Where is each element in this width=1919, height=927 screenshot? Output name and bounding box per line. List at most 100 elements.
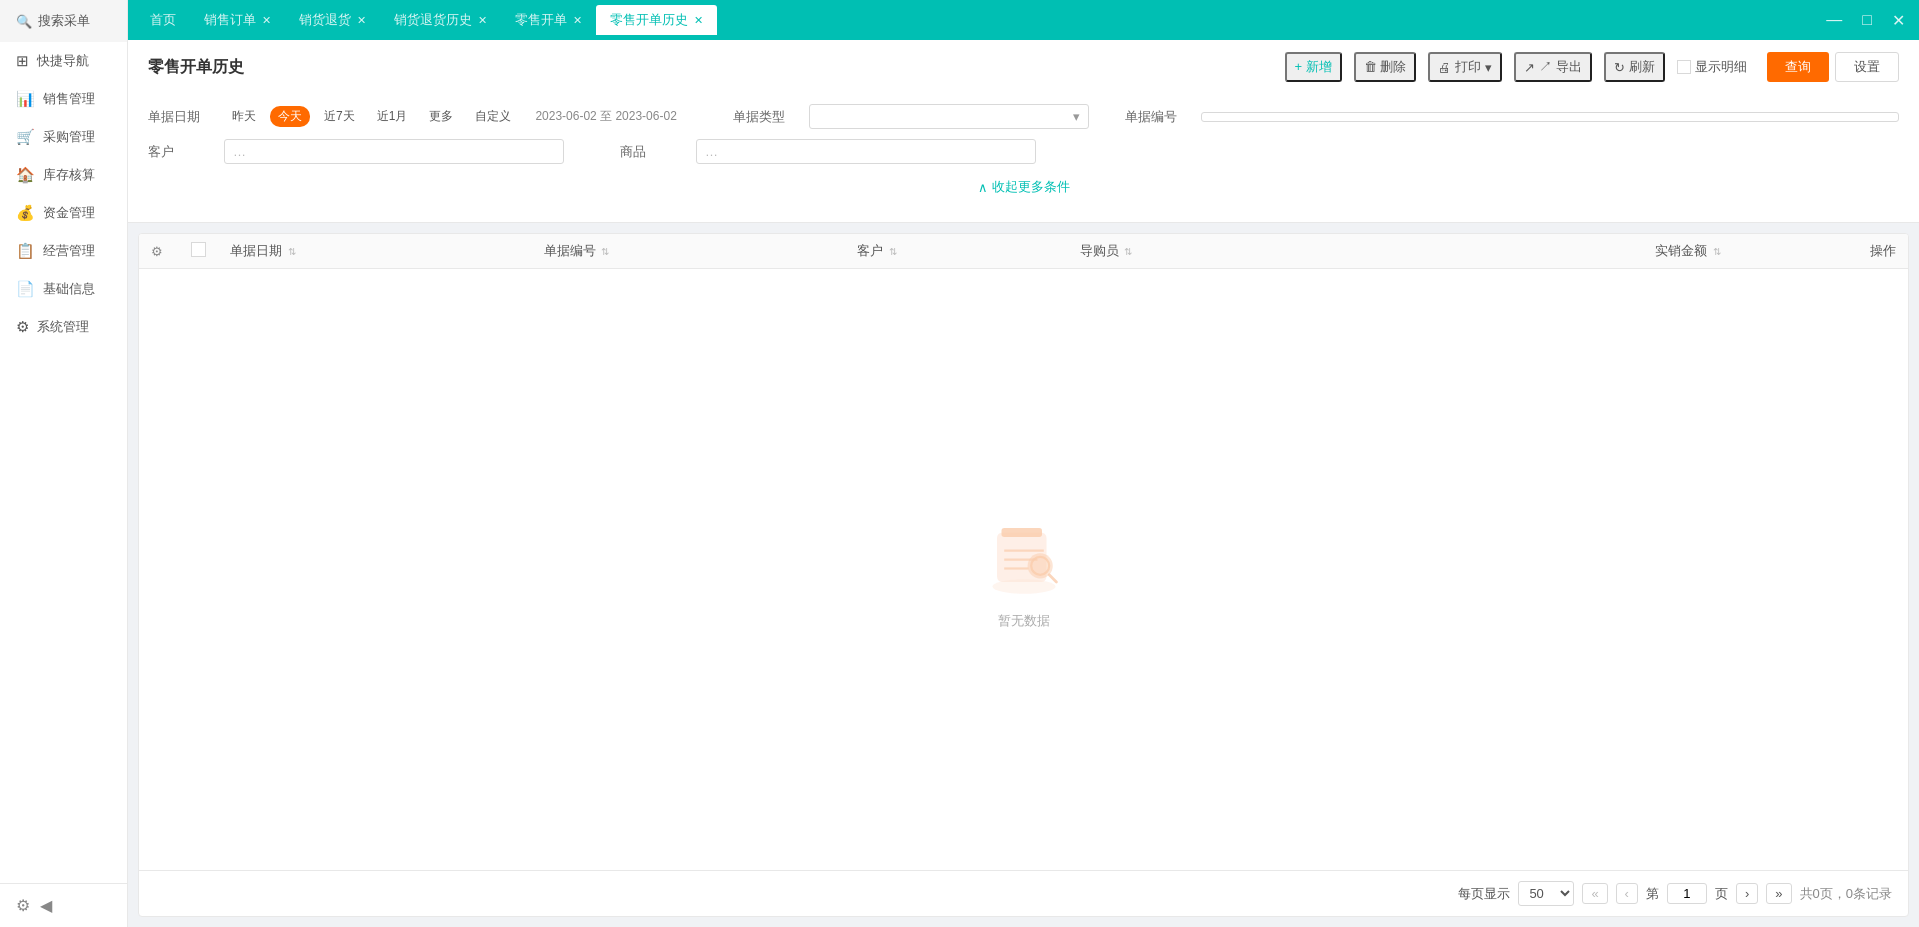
goods-filter-input[interactable]: …: [696, 139, 1036, 164]
tab-sales-order-close[interactable]: ✕: [262, 15, 271, 26]
collapse-icon: ∧: [978, 180, 988, 195]
table-settings-icon[interactable]: ⚙: [151, 244, 163, 259]
sidebar-item-purchase-mgmt[interactable]: 🛒 采购管理: [0, 118, 127, 156]
delete-button[interactable]: 🗑 删除: [1354, 52, 1417, 82]
th-actions: 操作: [1733, 234, 1908, 269]
sidebar-item-quick-nav[interactable]: ⊞ 快捷导航: [0, 42, 127, 80]
tab-sales-return[interactable]: 销货退货 ✕: [285, 5, 380, 35]
th-customer-label: 客户: [857, 243, 883, 258]
tab-sales-return-close[interactable]: ✕: [357, 15, 366, 26]
prev-page-button[interactable]: ‹: [1616, 883, 1638, 904]
date-more[interactable]: 更多: [421, 106, 461, 127]
filter-row-collapse: ∧ 收起更多条件: [148, 174, 1899, 200]
sidebar-item-label: 快捷导航: [37, 52, 89, 70]
th-guide-sort-icon: ⇅: [1124, 246, 1132, 257]
date-range-display: 2023-06-02 至 2023-06-02: [535, 108, 676, 125]
date-yesterday[interactable]: 昨天: [224, 106, 264, 127]
collapse-more-button[interactable]: ∧ 收起更多条件: [148, 174, 1899, 200]
sidebar-item-sales-mgmt[interactable]: 📊 销售管理: [0, 80, 127, 118]
page-suffix: 页: [1715, 885, 1728, 903]
tab-sales-return-history[interactable]: 销货退货历史 ✕: [380, 5, 501, 35]
tab-home-label: 首页: [150, 11, 176, 29]
th-customer-sort-icon: ⇅: [889, 246, 897, 257]
th-date[interactable]: 单据日期 ⇅: [218, 234, 532, 269]
sidebar-item-finance[interactable]: 💰 资金管理: [0, 194, 127, 232]
empty-text: 暂无数据: [998, 612, 1050, 630]
setting-button[interactable]: 设置: [1835, 52, 1899, 82]
tab-sales-return-label: 销货退货: [299, 11, 351, 29]
th-number[interactable]: 单据编号 ⇅: [532, 234, 846, 269]
date-1month[interactable]: 近1月: [369, 106, 416, 127]
display-checkbox[interactable]: [1677, 60, 1691, 74]
query-button[interactable]: 查询: [1767, 52, 1829, 82]
date-today[interactable]: 今天: [270, 106, 310, 127]
operations-icon: 📋: [16, 242, 35, 260]
collapse-sidebar-icon[interactable]: ◀: [40, 896, 52, 915]
close-button[interactable]: ✕: [1886, 9, 1911, 32]
export-button[interactable]: ↗ ↗ 导出: [1514, 52, 1592, 82]
empty-state-illustration: [979, 510, 1069, 600]
maximize-button[interactable]: □: [1856, 9, 1878, 32]
finance-icon: 💰: [16, 204, 35, 222]
date-7days[interactable]: 近7天: [316, 106, 363, 127]
tab-retail-open[interactable]: 零售开单 ✕: [501, 5, 596, 35]
add-button[interactable]: + 新增: [1285, 52, 1342, 82]
sidebar-item-operations[interactable]: 📋 经营管理: [0, 232, 127, 270]
th-gear: ⚙: [139, 234, 179, 269]
tab-retail-open-close[interactable]: ✕: [573, 15, 582, 26]
sys-mgmt-icon: ⚙: [16, 318, 29, 336]
goods-filter-dots: …: [705, 144, 718, 159]
empty-state: 暂无数据: [139, 269, 1908, 870]
customer-filter-input[interactable]: …: [224, 139, 564, 164]
next-page-button[interactable]: ›: [1736, 883, 1758, 904]
type-filter-chevron-icon: ▾: [1073, 109, 1080, 124]
table-container: ⚙ 单据日期 ⇅ 单据编号 ⇅: [138, 233, 1909, 917]
customer-filter-dots: …: [233, 144, 246, 159]
sidebar-footer: ⚙ ◀: [0, 883, 127, 927]
tab-sales-order[interactable]: 销售订单 ✕: [190, 5, 285, 35]
tab-retail-open-history[interactable]: 零售开单历史 ✕: [596, 5, 717, 35]
type-filter-select[interactable]: ▾: [809, 104, 1089, 129]
th-number-label: 单据编号: [544, 243, 596, 258]
sidebar-item-label: 经营管理: [43, 242, 95, 260]
inventory-icon: 🏠: [16, 166, 35, 184]
sidebar-search-label: 搜索采单: [38, 12, 90, 30]
tab-sales-return-history-close[interactable]: ✕: [478, 15, 487, 26]
page-title-row: 零售开单历史 + 新增 🗑 删除 🖨 打印 ▾ ↗ ↗ 导出 ↻: [148, 52, 1899, 82]
select-all-checkbox[interactable]: [191, 242, 206, 257]
filter-area: 单据日期 昨天 今天 近7天 近1月 更多 自定义 2023-06-02 至 2…: [148, 94, 1899, 222]
print-button[interactable]: 🖨 打印 ▾: [1428, 52, 1502, 82]
minimize-button[interactable]: —: [1820, 9, 1848, 32]
th-amount-sort-icon: ⇅: [1713, 246, 1721, 257]
sidebar-item-inventory[interactable]: 🏠 库存核算: [0, 156, 127, 194]
date-custom[interactable]: 自定义: [467, 106, 519, 127]
th-customer[interactable]: 客户 ⇅: [845, 234, 1068, 269]
refresh-button[interactable]: ↻ 刷新: [1604, 52, 1665, 82]
page-size-select[interactable]: 50 10 20 100: [1518, 881, 1574, 906]
customer-filter-label: 客户: [148, 143, 208, 161]
page-total: 共0页，0条记录: [1800, 885, 1892, 903]
tab-retail-open-label: 零售开单: [515, 11, 567, 29]
number-filter-input[interactable]: [1201, 112, 1899, 122]
print-icon: 🖨: [1438, 60, 1451, 75]
sidebar-item-sys-mgmt[interactable]: ⚙ 系统管理: [0, 308, 127, 346]
current-page-input[interactable]: [1667, 883, 1707, 904]
th-checkbox: [179, 234, 218, 269]
base-info-icon: 📄: [16, 280, 35, 298]
sidebar-search[interactable]: 🔍 搜索采单: [0, 0, 127, 42]
filter-row-date: 单据日期 昨天 今天 近7天 近1月 更多 自定义 2023-06-02 至 2…: [148, 104, 1899, 129]
th-guide[interactable]: 导购员 ⇅: [1068, 234, 1336, 269]
settings-footer-icon[interactable]: ⚙: [16, 896, 30, 915]
sales-mgmt-icon: 📊: [16, 90, 35, 108]
first-page-button[interactable]: «: [1582, 883, 1607, 904]
content: 零售开单历史 + 新增 🗑 删除 🖨 打印 ▾ ↗ ↗ 导出 ↻: [128, 40, 1919, 927]
tab-retail-open-history-close[interactable]: ✕: [694, 15, 703, 26]
tab-home[interactable]: 首页: [136, 5, 190, 35]
last-page-button[interactable]: »: [1766, 883, 1791, 904]
main-area: 首页 销售订单 ✕ 销货退货 ✕ 销货退货历史 ✕ 零售开单 ✕ 零售开单历史 …: [128, 0, 1919, 927]
display-toggle[interactable]: 显示明细: [1677, 58, 1747, 76]
table-header-row: ⚙ 单据日期 ⇅ 单据编号 ⇅: [139, 234, 1908, 269]
sidebar-item-base-info[interactable]: 📄 基础信息: [0, 270, 127, 308]
th-amount[interactable]: 实销金额 ⇅: [1420, 234, 1734, 269]
pagination: 每页显示 50 10 20 100 « ‹ 第 页 › » 共0页，0条记录: [139, 870, 1908, 916]
